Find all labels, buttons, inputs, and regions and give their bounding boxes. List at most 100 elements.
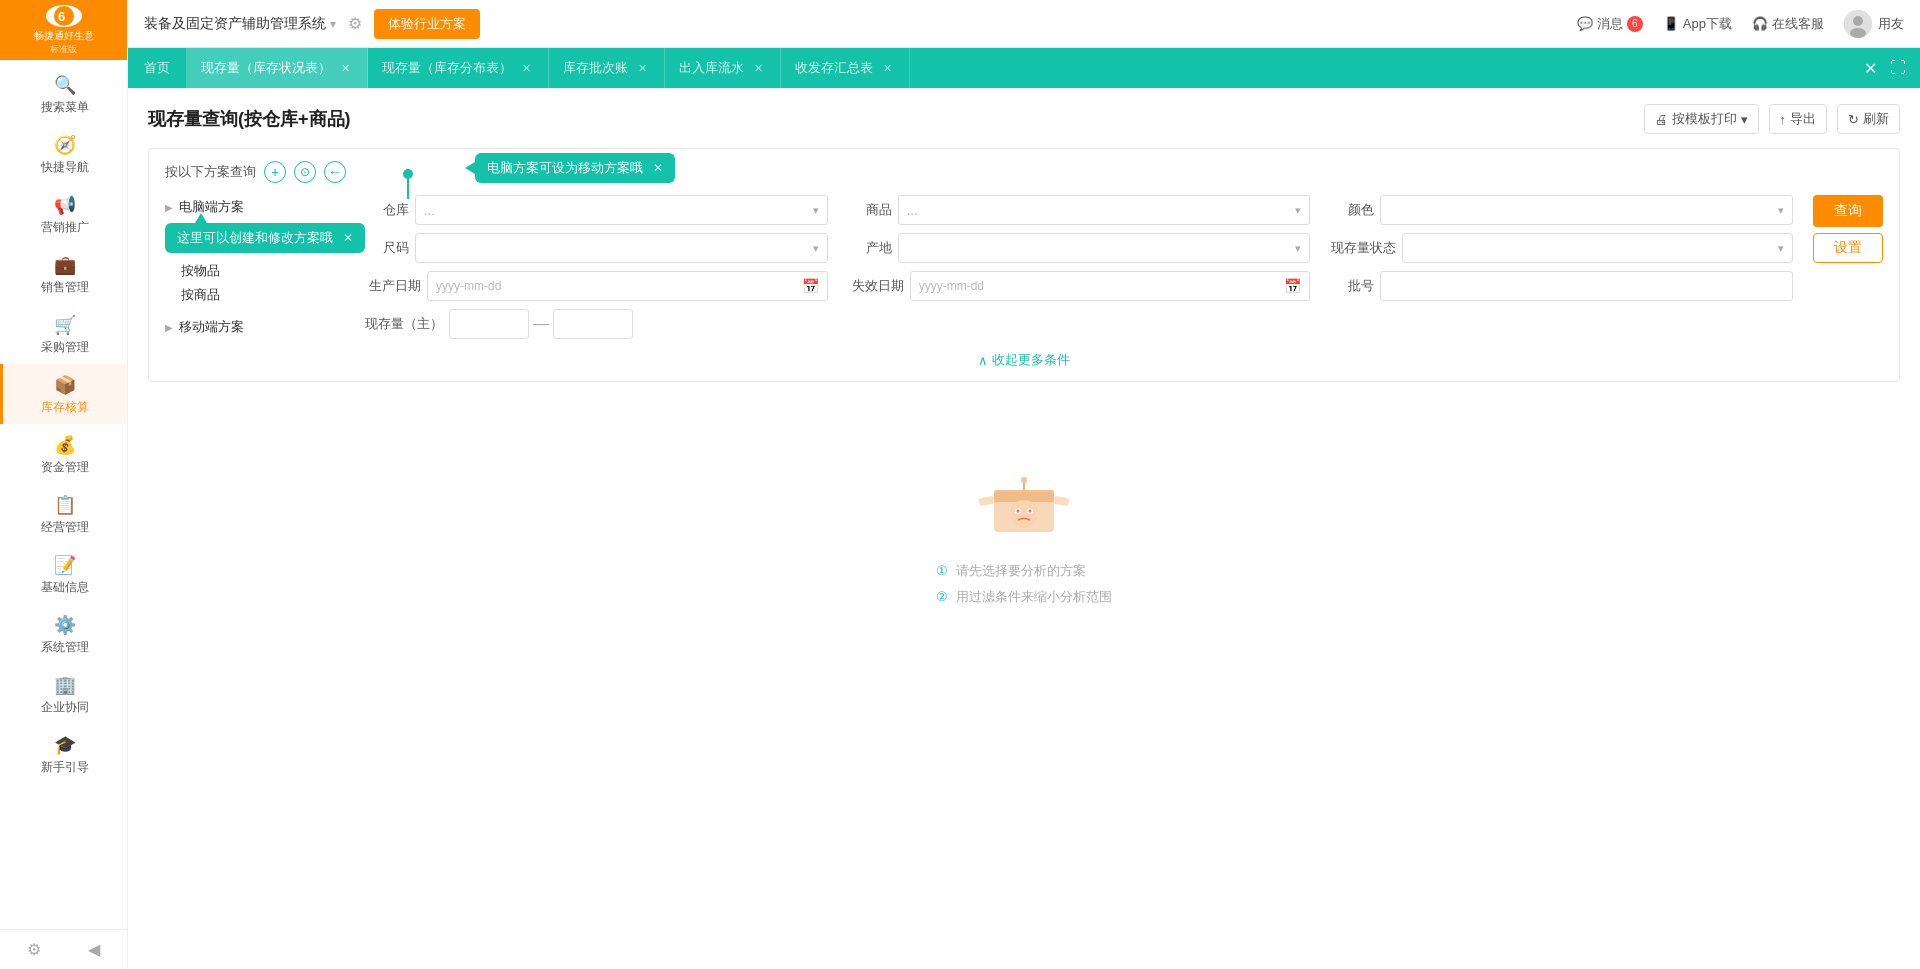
stock-status-select[interactable]: ▾ bbox=[1402, 233, 1793, 263]
tab-inout-flow[interactable]: 出入库流水 ✕ bbox=[665, 48, 781, 88]
batch-input[interactable] bbox=[1380, 271, 1793, 301]
expiry-date-input[interactable]: yyyy-mm-dd 📅 bbox=[910, 271, 1311, 301]
goods-input[interactable]: ... ▾ bbox=[898, 195, 1311, 225]
color-label: 颜色 bbox=[1330, 201, 1374, 219]
print-btn[interactable]: 🖨 按模板打印 ▾ bbox=[1644, 104, 1759, 134]
svg-point-3 bbox=[1853, 16, 1863, 26]
industry-btn[interactable]: 体验行业方案 bbox=[374, 9, 480, 39]
search-btn-area bbox=[1330, 309, 1793, 339]
warehouse-arrow: ▾ bbox=[813, 204, 819, 217]
empty-illustration bbox=[974, 462, 1074, 542]
tooltip2-close[interactable]: ✕ bbox=[343, 231, 353, 245]
tab-inventory-batch[interactable]: 库存批次账 ✕ bbox=[549, 48, 665, 88]
tab-inventory-dist-close[interactable]: ✕ bbox=[518, 60, 534, 76]
tab-inventory-dist-label: 现存量（库存分布表） bbox=[382, 59, 512, 77]
tooltip1-close[interactable]: ✕ bbox=[653, 161, 663, 175]
sidebar-item-system-label: 系统管理 bbox=[41, 639, 89, 656]
filter-back-btn[interactable]: ← bbox=[324, 161, 346, 183]
origin-select[interactable]: ▾ bbox=[898, 233, 1311, 263]
tab-receive-summary-close[interactable]: ✕ bbox=[879, 60, 895, 76]
tab-inventory-dist[interactable]: 现存量（库存分布表） ✕ bbox=[368, 48, 549, 88]
filter-prod-date: 生产日期 yyyy-mm-dd 📅 bbox=[365, 271, 828, 301]
export-label: 导出 bbox=[1790, 110, 1816, 128]
scheme-mobile[interactable]: ▶ 移动端方案 bbox=[165, 315, 345, 339]
warehouse-label: 仓库 bbox=[365, 201, 409, 219]
message-btn[interactable]: 💬 消息 6 bbox=[1577, 15, 1643, 33]
svg-point-10 bbox=[1017, 510, 1020, 513]
size-select[interactable]: ▾ bbox=[415, 233, 828, 263]
sidebar-item-finance[interactable]: 💰 资金管理 bbox=[0, 424, 127, 484]
app-download-btn[interactable]: 📱 App下载 bbox=[1663, 15, 1732, 33]
range-separator: — bbox=[533, 315, 549, 333]
sidebar-collapse-btn[interactable]: ◀ bbox=[88, 940, 100, 959]
sidebar-item-purchase[interactable]: 🛒 采购管理 bbox=[0, 304, 127, 364]
tab-inout-flow-close[interactable]: ✕ bbox=[750, 60, 766, 76]
color-select[interactable]: ▾ bbox=[1380, 195, 1793, 225]
page-area: 现存量查询(按仓库+商品) 🖨 按模板打印 ▾ ↑ 导出 ↻ 刷新 bbox=[128, 88, 1920, 969]
scheme-item-wupin[interactable]: 按物品 bbox=[181, 259, 345, 283]
sidebar-item-marketing[interactable]: 📢 营销推广 bbox=[0, 184, 127, 244]
tab-home[interactable]: 首页 bbox=[128, 48, 187, 88]
sidebar-item-guide[interactable]: 🎓 新手引导 bbox=[0, 724, 127, 784]
filter-copy-btn[interactable]: ⊙ bbox=[294, 161, 316, 183]
system-name: 装备及固定资产辅助管理系统 bbox=[144, 15, 326, 33]
empty-step1: ① bbox=[936, 563, 948, 578]
tab-inventory-batch-close[interactable]: ✕ bbox=[634, 60, 650, 76]
sidebar-item-inventory[interactable]: 📦 库存核算 bbox=[0, 364, 127, 424]
graduation-icon: 🎓 bbox=[54, 734, 76, 756]
collapse-more-btn[interactable]: ∧ 收起更多条件 bbox=[165, 351, 1883, 369]
sidebar-item-search[interactable]: 🔍 搜索菜单 bbox=[0, 64, 127, 124]
tab-inventory-status-close[interactable]: ✕ bbox=[337, 60, 353, 76]
sidebar-bottom: ⚙ ◀ bbox=[0, 929, 127, 969]
sidebar-item-enterprise[interactable]: 🏢 企业协同 bbox=[0, 664, 127, 724]
svg-point-13 bbox=[1021, 477, 1027, 483]
export-btn[interactable]: ↑ 导出 bbox=[1769, 104, 1828, 134]
sidebar-item-search-label: 搜索菜单 bbox=[41, 99, 89, 116]
svg-point-7 bbox=[1010, 500, 1038, 528]
username: 用友 bbox=[1878, 15, 1904, 33]
sidebar-item-system[interactable]: ⚙️ 系统管理 bbox=[0, 604, 127, 664]
sidebar-item-quick[interactable]: 🧭 快捷导航 bbox=[0, 124, 127, 184]
stock-main-to[interactable] bbox=[553, 309, 633, 339]
sidebar-item-operation[interactable]: 📋 经营管理 bbox=[0, 484, 127, 544]
search-btn[interactable]: 查询 bbox=[1813, 195, 1883, 227]
support-btn[interactable]: 🎧 在线客服 bbox=[1752, 15, 1824, 33]
notepad-icon: 📝 bbox=[54, 554, 76, 576]
warehouse-input[interactable]: ... ▾ bbox=[415, 195, 828, 225]
collapse-arrow-icon: ∧ bbox=[978, 353, 988, 368]
empty-state: ① 请先选择要分析的方案 ② 用过滤条件来缩小分析范围 bbox=[148, 382, 1900, 690]
sidebar-settings-btn[interactable]: ⚙ bbox=[27, 940, 41, 959]
sidebar-item-basic[interactable]: 📝 基础信息 bbox=[0, 544, 127, 604]
scheme-item-shangpin[interactable]: 按商品 bbox=[181, 283, 345, 307]
prod-date-input[interactable]: yyyy-mm-dd 📅 bbox=[427, 271, 828, 301]
refresh-btn[interactable]: ↻ 刷新 bbox=[1837, 104, 1900, 134]
message-badge: 6 bbox=[1627, 16, 1643, 32]
reset-btn[interactable]: 设置 bbox=[1813, 233, 1883, 263]
stock-main-from[interactable] bbox=[449, 309, 529, 339]
tab-close-all-btn[interactable]: ✕ bbox=[1858, 56, 1882, 80]
tab-inventory-status[interactable]: 现存量（库存状况表） ✕ bbox=[187, 48, 368, 88]
system-name-dropdown[interactable]: 装备及固定资产辅助管理系统 ▾ bbox=[144, 15, 336, 33]
page-actions: 🖨 按模板打印 ▾ ↑ 导出 ↻ 刷新 bbox=[1644, 104, 1901, 134]
tab-receive-summary[interactable]: 收发存汇总表 ✕ bbox=[781, 48, 910, 88]
sidebar-item-guide-label: 新手引导 bbox=[41, 759, 89, 776]
tooltip1-text: 电脑方案可设为移动方案哦 bbox=[487, 159, 643, 177]
triangle-icon: ▶ bbox=[165, 202, 173, 213]
filter-size: 尺码 ▾ bbox=[365, 233, 828, 263]
user-area: 用友 bbox=[1844, 10, 1904, 38]
tab-expand-btn[interactable]: ⛶ bbox=[1886, 56, 1910, 80]
batch-label: 批号 bbox=[1330, 277, 1374, 295]
action-buttons: 查询 设置 bbox=[1813, 195, 1883, 339]
sidebar-item-sales[interactable]: 💼 销售管理 bbox=[0, 244, 127, 304]
empty-hint2: ② 用过滤条件来缩小分析范围 bbox=[936, 584, 1112, 610]
scheme-desktop[interactable]: ▶ 电脑端方案 bbox=[165, 195, 345, 219]
tab-bar-end: ✕ ⛶ bbox=[1848, 48, 1920, 88]
scheme-item-shangpin-label: 按商品 bbox=[181, 286, 220, 304]
filter-row2: 尺码 ▾ 产地 ▾ bbox=[365, 233, 1793, 263]
header-settings-icon[interactable]: ⚙ bbox=[348, 14, 362, 33]
sidebar-item-inventory-label: 库存核算 bbox=[41, 399, 89, 416]
filter-add-btn[interactable]: + bbox=[264, 161, 286, 183]
refresh-label: 刷新 bbox=[1863, 110, 1889, 128]
filter-origin: 产地 ▾ bbox=[848, 233, 1311, 263]
calendar-icon: 📅 bbox=[802, 278, 819, 294]
